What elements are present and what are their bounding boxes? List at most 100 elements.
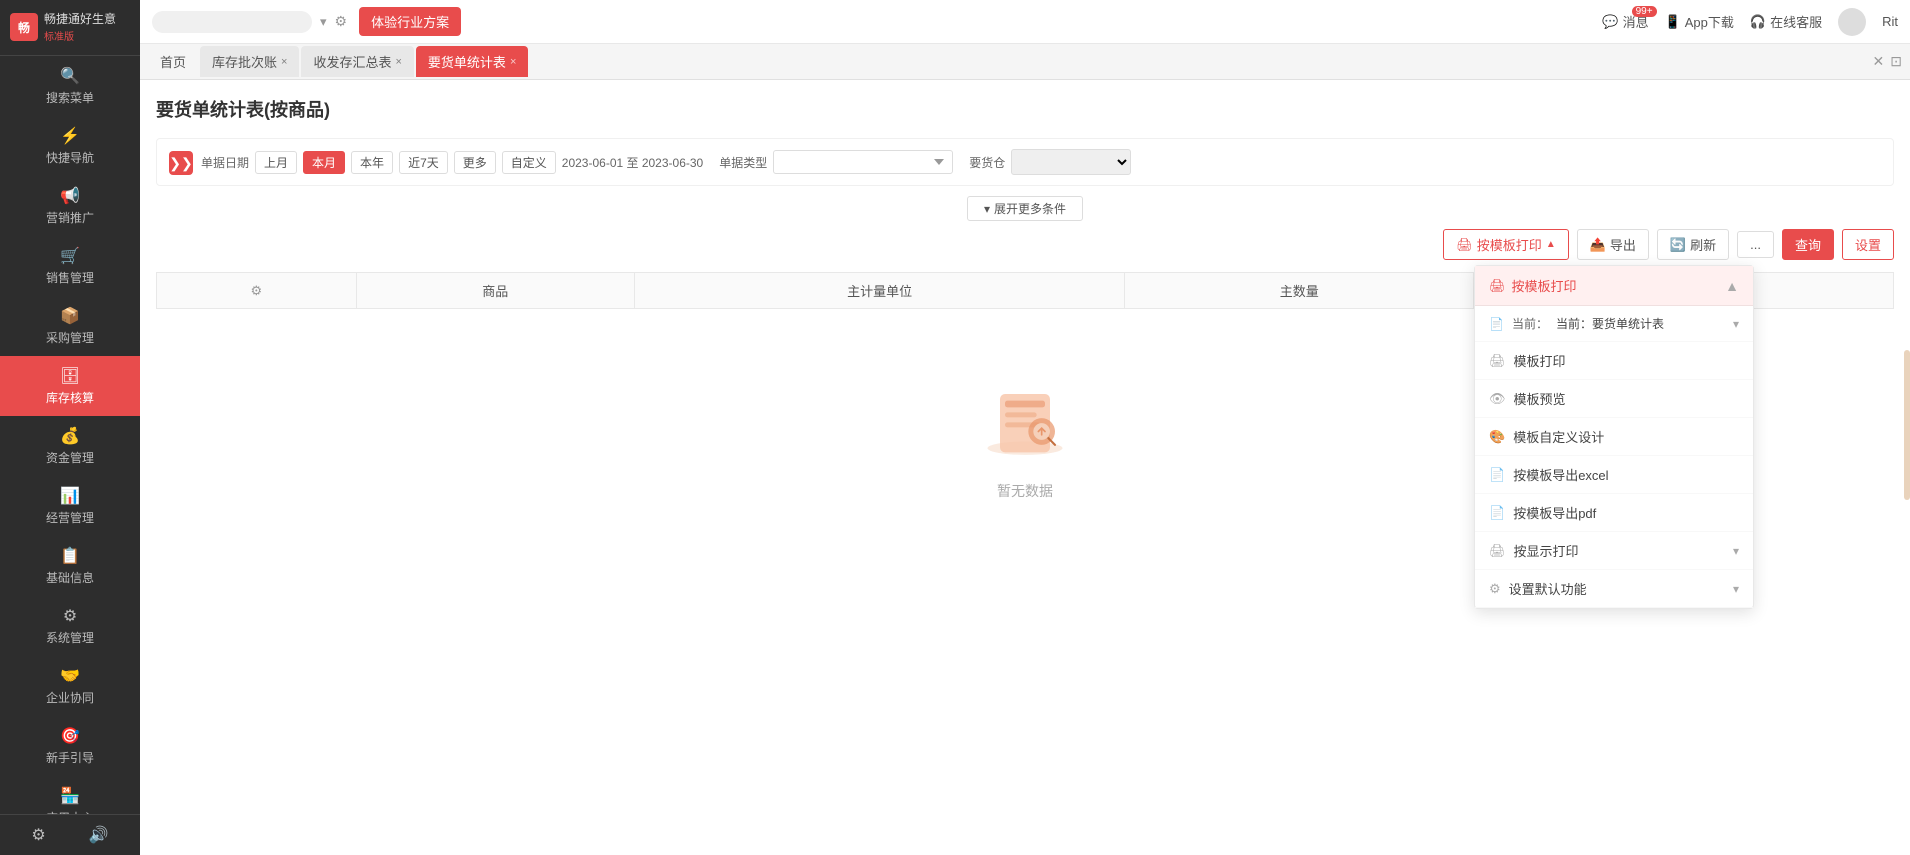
sidebar-item-sales[interactable]: 🛒 销售管理 [0,236,140,296]
print-dropdown-header: 🖨 按模板打印 ▲ [1475,266,1753,306]
template-pdf-item[interactable]: 📄 按模板导出pdf [1475,494,1753,532]
online-service-button[interactable]: 🎧 在线客服 [1750,12,1822,31]
tab-bar-expand-icon[interactable]: ⊡ [1890,53,1902,70]
search-dropdown-icon[interactable]: ▾ [320,14,327,30]
basic-icon: 📋 [60,546,80,566]
main-area: ▾ ⚙ 体验行业方案 💬 消息 99+ 📱 App下载 🎧 在线客服 Rit 首… [140,0,1910,855]
settings-bottom-icon[interactable]: ⚙ [31,825,45,845]
print-dropdown-arrow: ▲ [1546,239,1556,250]
display-print-icon: 🖨 [1489,543,1506,559]
type-filter-section: 单据类型 [719,150,953,174]
search-input[interactable] [152,11,312,33]
settings-icon[interactable]: ⚙ [335,13,348,30]
tab-close-icon[interactable]: × [281,56,287,68]
tab-label: 库存批次账 [212,52,277,71]
default-func-section[interactable]: ⚙ 设置默认功能 ▾ [1475,570,1753,608]
template-excel-item[interactable]: 📄 按模板导出excel [1475,456,1753,494]
sidebar-item-appstore[interactable]: 🏪 应用中心 [0,776,140,814]
filter-collapse-btn[interactable]: ❯❯ [169,151,193,175]
app-edition: 标准版 [44,28,116,43]
expand-label: 展开更多条件 [994,200,1066,217]
collab-icon: 🤝 [60,666,80,686]
current-template-icon: 📄 [1489,317,1504,331]
template-print-item[interactable]: 🖨 模板打印 [1475,342,1753,380]
type-filter-select[interactable] [773,150,953,174]
refresh-btn[interactable]: 🔄 刷新 [1657,229,1729,260]
export-btn[interactable]: 📤 导出 [1577,229,1649,260]
default-func-label: 设置默认功能 [1509,579,1587,598]
export-icon: 📤 [1590,237,1606,253]
table-col-product: 商品 [356,273,634,309]
date-filter-label: 单据日期 [201,154,249,171]
sidebar-item-business[interactable]: 📊 经营管理 [0,476,140,536]
sidebar-item-purchase[interactable]: 📦 采购管理 [0,296,140,356]
sidebar-item-system[interactable]: ⚙ 系统管理 [0,596,140,656]
settings-btn[interactable]: 设置 [1842,229,1894,260]
template-preview-item[interactable]: 👁 模板预览 [1475,380,1753,418]
tab-home[interactable]: 首页 [148,46,198,77]
sidebar-item-quick-nav[interactable]: ⚡ 快捷导航 [0,116,140,176]
print-dropdown-close-btn[interactable]: ▲ [1725,278,1739,294]
date-btn-last-month[interactable]: 上月 [255,151,297,174]
default-func-arrow: ▾ [1733,582,1739,596]
table-settings-icon[interactable]: ⚙ [251,283,263,298]
appstore-icon: 🏪 [60,786,80,806]
app-download-label: App下载 [1685,12,1734,31]
message-button[interactable]: 💬 消息 99+ [1602,12,1648,31]
tab-close-icon[interactable]: × [395,56,401,68]
template-design-item[interactable]: 🎨 模板自定义设计 [1475,418,1753,456]
audio-icon[interactable]: 🔊 [89,825,109,845]
quick-nav-icon: ⚡ [60,126,80,146]
date-btn-more[interactable]: 更多 [454,151,496,174]
scroll-indicator[interactable] [1904,350,1910,500]
message-icon: 💬 [1602,14,1618,30]
tab-bar-close-icon[interactable]: ✕ [1873,53,1885,70]
display-print-section[interactable]: 🖨 按显示打印 ▾ [1475,532,1753,570]
logo-icon: 畅 [10,13,38,41]
sidebar-item-label: 采购管理 [46,329,94,346]
app-download-button[interactable]: 📱 App下载 [1665,12,1734,31]
tab-receipt-summary[interactable]: 收发存汇总表 × [301,46,413,77]
tab-bar: 首页 库存批次账 × 收发存汇总表 × 要货单统计表 × ✕ ⊡ [140,44,1910,80]
export-label: 导出 [1610,235,1636,254]
date-btn-custom[interactable]: 自定义 [502,151,556,174]
empty-icon [975,369,1075,469]
sidebar-item-marketing[interactable]: 📢 营销推广 [0,176,140,236]
sidebar-bottom: ⚙ 🔊 [0,814,140,855]
current-template-left: 📄 当前： 当前：要货单统计表 [1489,315,1664,332]
tab-close-icon[interactable]: × [510,56,516,68]
sidebar-item-collab[interactable]: 🤝 企业协同 [0,656,140,716]
headset-icon: 🎧 [1750,14,1766,30]
inventory-icon: 🗄 [60,366,80,386]
sidebar-item-basic[interactable]: 📋 基础信息 [0,536,140,596]
sidebar-item-search[interactable]: 🔍 搜索菜单 [0,56,140,116]
expand-more-btn[interactable]: ▾ 展开更多条件 [967,196,1083,221]
action-bar: 🖨 按模板打印 ▲ 📤 导出 🔄 刷新 ... 查询 设置 🖨 [156,229,1894,260]
template-preview-icon: 👁 [1489,391,1506,407]
sidebar-item-label: 新手引导 [46,749,94,766]
more-label: ... [1750,237,1761,252]
sidebar-item-inventory[interactable]: 🗄 库存核算 [0,356,140,416]
message-badge: 99+ [1632,6,1657,17]
print-template-btn[interactable]: 🖨 按模板打印 ▲ [1443,229,1568,260]
refresh-label: 刷新 [1690,235,1716,254]
tab-inventory-batch[interactable]: 库存批次账 × [200,46,299,77]
more-btn[interactable]: ... [1737,231,1774,258]
sidebar-item-label: 销售管理 [46,269,94,286]
filter-more-row: ▾ 展开更多条件 [156,196,1894,221]
page-title: 要货单统计表(按商品) [156,96,1894,122]
warehouse-filter-select[interactable] [1011,149,1131,175]
table-col-quantity: 主数量 [1125,273,1474,309]
tab-order-stats[interactable]: 要货单统计表 × [416,46,528,77]
trial-button[interactable]: 体验行业方案 [359,7,461,36]
sidebar-item-finance[interactable]: 💰 资金管理 [0,416,140,476]
current-template-item[interactable]: 📄 当前： 当前：要货单统计表 ▾ [1475,306,1753,342]
date-btn-7days[interactable]: 近7天 [399,151,448,174]
date-btn-current-month[interactable]: 本月 [303,151,345,174]
sidebar-item-guide[interactable]: 🎯 新手引导 [0,716,140,776]
date-btn-current-year[interactable]: 本年 [351,151,393,174]
finance-icon: 💰 [60,426,80,446]
query-btn[interactable]: 查询 [1782,229,1834,260]
purchase-icon: 📦 [60,306,80,326]
user-avatar[interactable] [1838,8,1866,36]
